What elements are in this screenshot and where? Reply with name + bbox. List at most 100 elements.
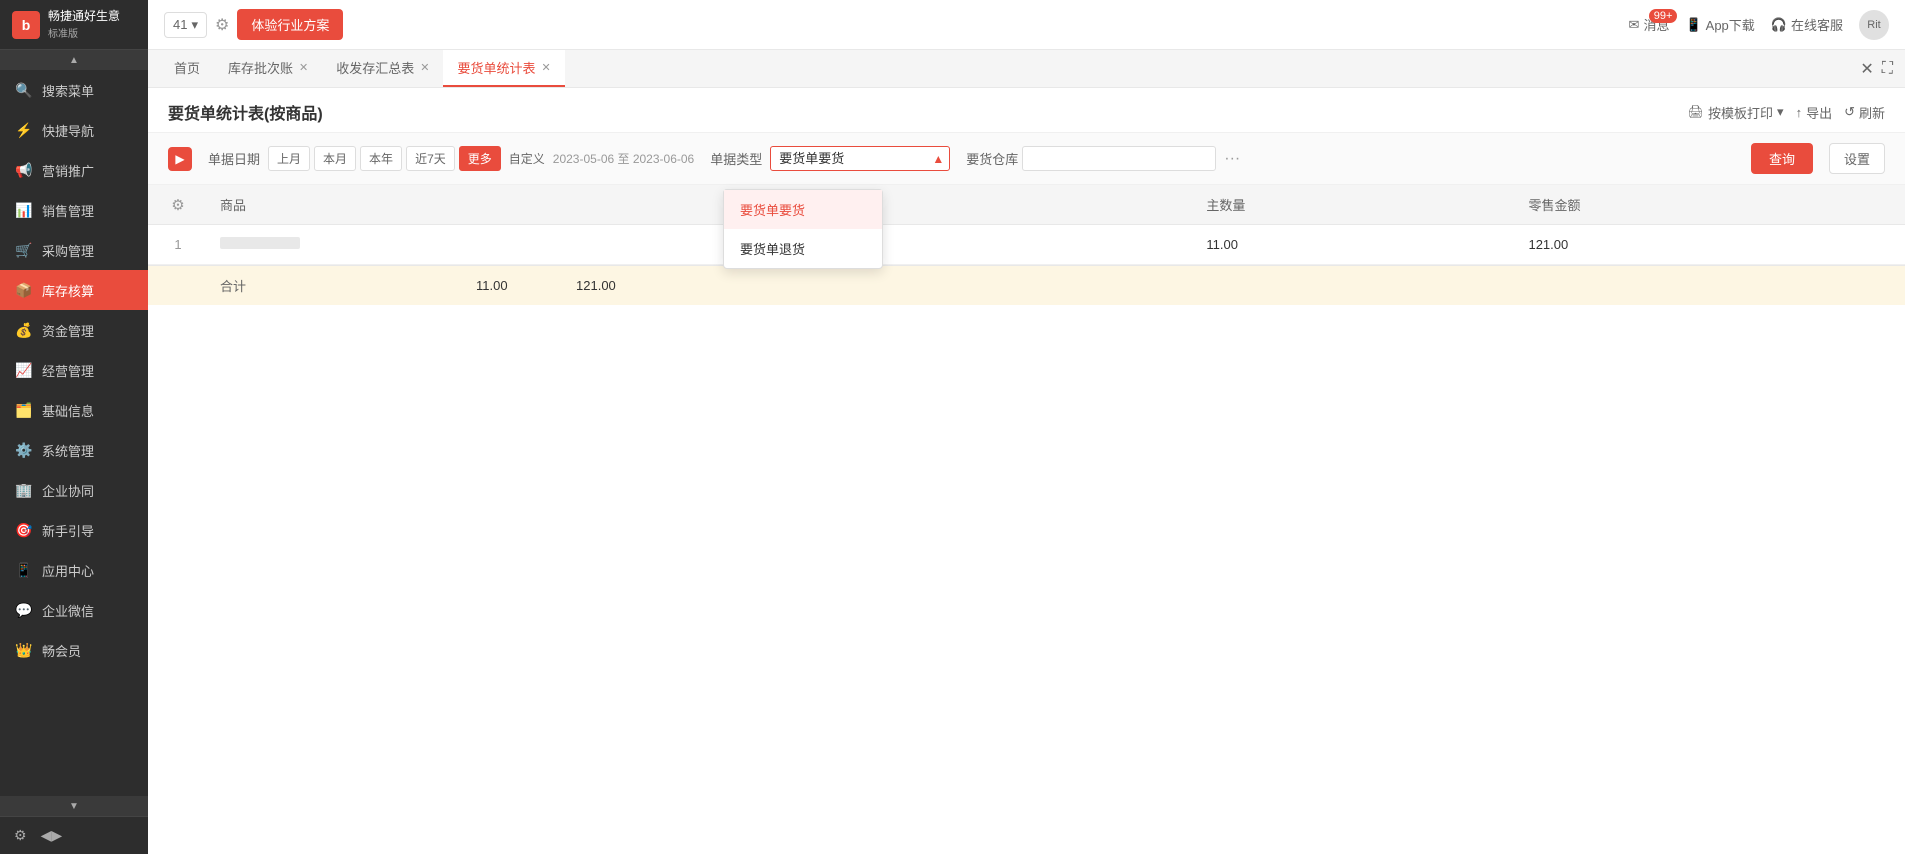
tab-inventory-batch-close[interactable]: ✕ bbox=[299, 61, 308, 74]
sidebar-item-wechat[interactable]: 💬 企业微信 bbox=[0, 590, 148, 630]
sidebar-item-system[interactable]: ⚙️ 系统管理 bbox=[0, 430, 148, 470]
refresh-btn[interactable]: ↺ 刷新 bbox=[1844, 103, 1885, 122]
custom-date-label[interactable]: 自定义 bbox=[509, 150, 545, 167]
app-download-btn[interactable]: 📱 App下载 bbox=[1685, 15, 1754, 34]
tab-home[interactable]: 首页 bbox=[160, 50, 214, 87]
appstore-icon: 📱 bbox=[14, 560, 34, 580]
messages-btn[interactable]: ✉ 消息 99+ bbox=[1629, 15, 1670, 34]
sidebar-item-basic[interactable]: 🗂️ 基础信息 bbox=[0, 390, 148, 430]
tab-receive-summary-close[interactable]: ✕ bbox=[420, 61, 429, 74]
query-btn[interactable]: 查询 bbox=[1751, 143, 1813, 174]
search-icon: 🔍 bbox=[14, 80, 34, 100]
date-btn-last-7days[interactable]: 近7天 bbox=[406, 146, 455, 171]
sidebar-item-label: 采购管理 bbox=[42, 241, 94, 260]
tabs-close-all-icon[interactable]: ✕ bbox=[1860, 59, 1873, 79]
type-filter-label: 单据类型 bbox=[710, 149, 762, 168]
filter-more-icon[interactable]: ··· bbox=[1224, 150, 1240, 168]
user-avatar[interactable]: Rit bbox=[1859, 10, 1889, 40]
table-row: 1 块 11.00 121.00 bbox=[148, 225, 1905, 265]
print-arrow-icon: ▾ bbox=[1777, 104, 1784, 120]
tab-receive-summary[interactable]: 收发存汇总表 ✕ bbox=[322, 50, 443, 87]
sidebar-item-sales[interactable]: 📊 销售管理 bbox=[0, 190, 148, 230]
data-table: ⚙ 商品 主计量单位 主数量 零售金额 1 块 11.00 121.00 bbox=[148, 185, 1905, 265]
footer-amount: 121.00 bbox=[576, 278, 676, 293]
sidebar-item-label: 企业微信 bbox=[42, 601, 94, 620]
settings-bottom-icon[interactable]: ⚙ bbox=[14, 827, 27, 844]
filter-warehouse-group: 要货仓库 ··· bbox=[966, 146, 1240, 171]
tabs-expand-icon[interactable]: ⛶ bbox=[1882, 60, 1893, 78]
topbar-gear-icon[interactable]: ⚙ bbox=[215, 15, 229, 35]
sidebar-item-purchase[interactable]: 🛒 采购管理 bbox=[0, 230, 148, 270]
sidebar-item-label: 营销推广 bbox=[42, 161, 94, 180]
phone-icon: 📱 bbox=[1685, 17, 1701, 33]
sidebar-item-label: 应用中心 bbox=[42, 561, 94, 580]
filter-toggle-btn[interactable]: ▶ bbox=[168, 147, 192, 171]
basic-icon: 🗂️ bbox=[14, 400, 34, 420]
tab-order-stats[interactable]: 要货单统计表 ✕ bbox=[443, 50, 564, 87]
date-btn-more[interactable]: 更多 bbox=[459, 146, 501, 171]
date-range-display: 2023-05-06 至 2023-06-06 bbox=[553, 150, 694, 167]
table-container: ⚙ 商品 主计量单位 主数量 零售金额 1 块 11.00 121.00 bbox=[148, 185, 1905, 265]
sidebar-item-search[interactable]: 🔍 搜索菜单 bbox=[0, 70, 148, 110]
type-dropdown: 要货单要货 要货单退货 bbox=[723, 189, 883, 269]
sidebar-item-inventory[interactable]: 📦 库存核算 bbox=[0, 270, 148, 310]
sidebar-scroll-down[interactable]: ▼ bbox=[0, 796, 148, 816]
table-settings-icon[interactable]: ⚙ bbox=[171, 197, 184, 214]
wechat-icon: 💬 bbox=[14, 600, 34, 620]
cell-qty: 11.00 bbox=[1194, 225, 1516, 265]
sidebar-item-marketing[interactable]: 📢 营销推广 bbox=[0, 150, 148, 190]
app-download-label: App下载 bbox=[1706, 15, 1755, 34]
sidebar-bottom: ⚙ ◀▶ bbox=[0, 816, 148, 854]
trial-btn[interactable]: 体验行业方案 bbox=[237, 9, 343, 40]
sidebar-item-operation[interactable]: 📈 经营管理 bbox=[0, 350, 148, 390]
sidebar-item-quicknav[interactable]: ⚡ 快捷导航 bbox=[0, 110, 148, 150]
export-icon: ↑ bbox=[1796, 105, 1803, 120]
sidebar-item-enterprise[interactable]: 🏢 企业协同 bbox=[0, 470, 148, 510]
col-amount: 零售金额 bbox=[1516, 185, 1905, 225]
tab-inventory-batch[interactable]: 库存批次账 ✕ bbox=[214, 50, 322, 87]
sidebar-item-label: 快捷导航 bbox=[42, 121, 94, 140]
collapse-icon[interactable]: ◀▶ bbox=[41, 827, 63, 844]
messages-count: 99+ bbox=[1649, 9, 1678, 23]
headset-icon: 🎧 bbox=[1771, 17, 1787, 33]
sidebar-item-label: 经营管理 bbox=[42, 361, 94, 380]
col-settings: ⚙ bbox=[148, 185, 208, 225]
tabs-bar: 首页 库存批次账 ✕ 收发存汇总表 ✕ 要货单统计表 ✕ ✕ ⛶ bbox=[148, 50, 1905, 88]
warehouse-input[interactable] bbox=[1022, 146, 1216, 171]
message-icon: ✉ bbox=[1629, 17, 1640, 33]
date-quick-btns: 上月 本月 本年 近7天 更多 bbox=[268, 146, 501, 171]
dropdown-item-tuihuo[interactable]: 要货单退货 bbox=[724, 229, 882, 268]
table-header-row: ⚙ 商品 主计量单位 主数量 零售金额 bbox=[148, 185, 1905, 225]
tab-inventory-batch-label: 库存批次账 bbox=[228, 58, 293, 77]
warehouse-filter-label: 要货仓库 bbox=[966, 149, 1018, 168]
sidebar-item-member[interactable]: 👑 畅会员 bbox=[0, 630, 148, 670]
sidebar-nav: 🔍 搜索菜单 ⚡ 快捷导航 📢 营销推广 📊 销售管理 🛒 采购管理 📦 库存核… bbox=[0, 70, 148, 796]
date-btn-this-year[interactable]: 本年 bbox=[360, 146, 402, 171]
content-area: 要货单统计表(按商品) 🖨 按模板打印 ▾ ↑ 导出 ↺ 刷新 ▶ bbox=[148, 88, 1905, 854]
print-btn[interactable]: 🖨 按模板打印 ▾ bbox=[1688, 103, 1784, 122]
dropdown-item-yaohuo[interactable]: 要货单要货 bbox=[724, 190, 882, 229]
sidebar-item-label: 系统管理 bbox=[42, 441, 94, 460]
logo-text-group: 畅捷通好生意 标准版 bbox=[48, 9, 120, 40]
online-service-btn[interactable]: 🎧 在线客服 bbox=[1771, 15, 1843, 34]
col-qty: 主数量 bbox=[1194, 185, 1516, 225]
type-select[interactable]: 请选择 要货单要货 要货单退货 bbox=[770, 146, 950, 171]
chevron-down-icon: ▾ bbox=[191, 17, 198, 33]
enterprise-icon: 🏢 bbox=[14, 480, 34, 500]
sidebar-scroll-up[interactable]: ▲ bbox=[0, 50, 148, 70]
system-icon: ⚙️ bbox=[14, 440, 34, 460]
tab-order-stats-close[interactable]: ✕ bbox=[542, 61, 551, 74]
sidebar-item-appstore[interactable]: 📱 应用中心 bbox=[0, 550, 148, 590]
sidebar-item-finance[interactable]: 💰 资金管理 bbox=[0, 310, 148, 350]
sidebar-item-label: 销售管理 bbox=[42, 201, 94, 220]
sidebar-item-guide[interactable]: 🎯 新手引导 bbox=[0, 510, 148, 550]
app-name: 畅捷通好生意 bbox=[48, 9, 120, 25]
date-btn-last-month[interactable]: 上月 bbox=[268, 146, 310, 171]
app-sub: 标准版 bbox=[48, 25, 120, 40]
settings-btn[interactable]: 设置 bbox=[1829, 143, 1885, 174]
tabs-controls: ✕ ⛶ bbox=[1860, 59, 1893, 79]
company-selector[interactable]: 41 ▾ bbox=[164, 12, 207, 38]
cell-amount: 121.00 bbox=[1516, 225, 1905, 265]
date-btn-this-month[interactable]: 本月 bbox=[314, 146, 356, 171]
export-btn[interactable]: ↑ 导出 bbox=[1796, 103, 1833, 122]
